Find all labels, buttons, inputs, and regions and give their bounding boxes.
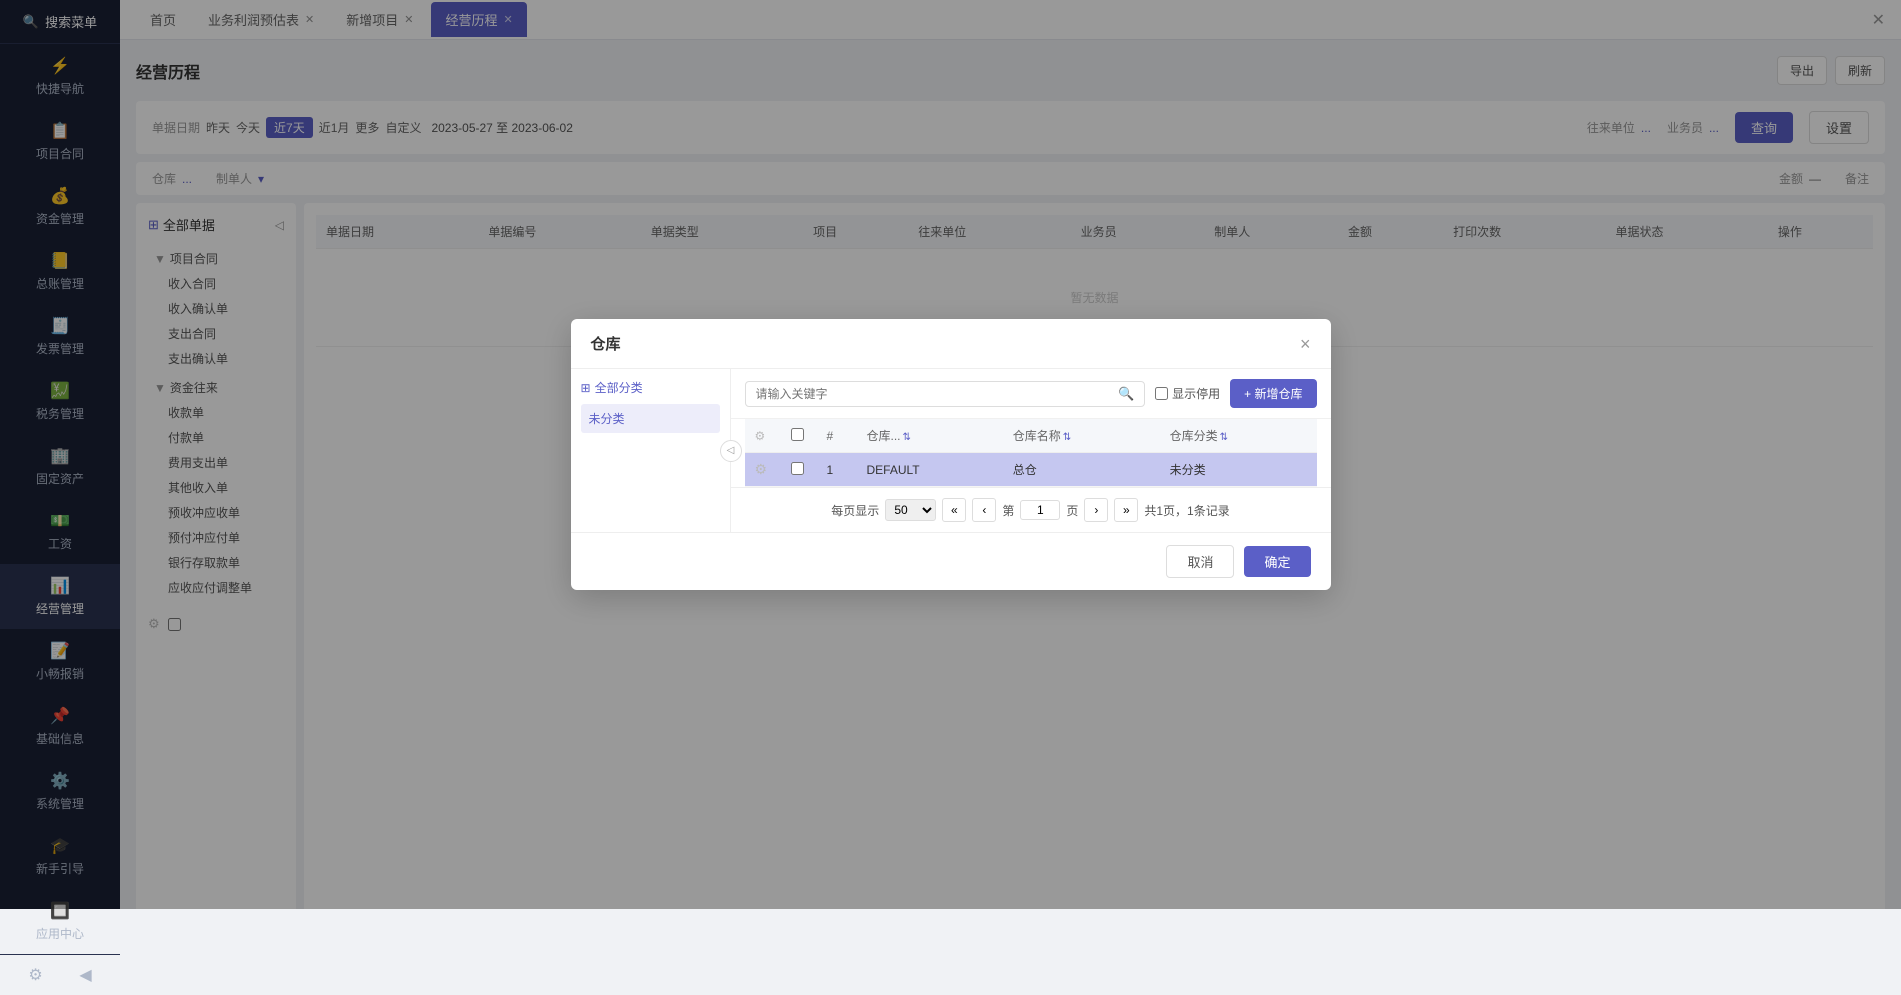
modal-sidebar: ⊞ 全部分类 未分类 ◁: [571, 369, 731, 532]
cancel-button[interactable]: 取消: [1166, 545, 1234, 578]
modal-main: 🔍 显示停用 + 新增仓库 ⚙: [731, 369, 1331, 532]
modal-next-page-btn[interactable]: ›: [1084, 498, 1108, 522]
modal-footer: 取消 确定: [571, 532, 1331, 590]
modal-title: 仓库: [591, 333, 621, 354]
modal-pagination: 每页显示 50 100 « ‹ 第 1 页 › » 共1页，1条记录: [731, 487, 1331, 532]
modal-sidebar-header: ⊞ 全部分类: [581, 379, 720, 396]
modal-all-category-label[interactable]: 全部分类: [595, 379, 643, 396]
modal-toolbar: 🔍 显示停用 + 新增仓库: [731, 369, 1331, 419]
settings-gear-icon[interactable]: ⚙: [28, 965, 42, 985]
col-warehouse-name: 仓库名称⇅: [1003, 419, 1160, 453]
sort-icon-code[interactable]: ⇅: [903, 432, 911, 443]
modal-category-unclassified[interactable]: 未分类: [581, 404, 720, 433]
row-num: 1: [817, 453, 857, 487]
warehouse-modal: 仓库 × ⊞ 全部分类 未分类 ◁: [571, 319, 1331, 590]
row-category: 未分类: [1160, 453, 1317, 487]
modal-close-button[interactable]: ×: [1300, 335, 1311, 353]
sort-icon-category[interactable]: ⇅: [1220, 432, 1228, 443]
modal-page-size-select[interactable]: 50 100: [885, 499, 936, 521]
col-warehouse-code: 仓库...⇅: [857, 419, 1003, 453]
modal-select-all[interactable]: [791, 428, 804, 441]
search-icon: 🔍: [1118, 386, 1134, 402]
modal-body: ⊞ 全部分类 未分类 ◁ 🔍 显示停用: [571, 369, 1331, 532]
row-checkbox[interactable]: [791, 462, 804, 475]
sidebar-bottom: ⚙ ◀: [0, 954, 120, 995]
modal-first-page-btn[interactable]: «: [942, 498, 966, 522]
row-checkbox-cell: [781, 453, 817, 487]
sort-icon-name[interactable]: ⇅: [1063, 432, 1071, 443]
confirm-button[interactable]: 确定: [1244, 546, 1310, 577]
modal-per-page-label: 每页显示: [831, 502, 879, 519]
table-row[interactable]: ⚙ 1 DEFAULT 总仓 未分类: [745, 453, 1317, 487]
modal-search-box: 🔍: [745, 381, 1146, 407]
row-code: DEFAULT: [857, 453, 1003, 487]
col-num: #: [817, 419, 857, 453]
modal-page-input[interactable]: 1: [1020, 500, 1060, 520]
table-settings-icon[interactable]: ⚙: [755, 429, 766, 443]
show-disabled-checkbox[interactable]: [1155, 387, 1168, 400]
col-checkbox: [781, 419, 817, 453]
modal-sidebar-collapse-btn[interactable]: ◁: [720, 440, 742, 462]
row-name: 总仓: [1003, 453, 1160, 487]
modal-header: 仓库 ×: [571, 319, 1331, 369]
modal-table-header: ⚙ # 仓库...⇅ 仓库名称⇅: [745, 419, 1317, 453]
col-warehouse-category: 仓库分类⇅: [1160, 419, 1317, 453]
modal-last-page-btn[interactable]: »: [1114, 498, 1138, 522]
modal-search-input[interactable]: [756, 387, 1112, 401]
row-gear-cell: ⚙: [745, 453, 781, 487]
modal-overlay: 仓库 × ⊞ 全部分类 未分类 ◁: [0, 0, 1901, 909]
modal-table-wrap: ⚙ # 仓库...⇅ 仓库名称⇅: [731, 419, 1331, 487]
modal-page-label: 页: [1066, 502, 1078, 519]
col-gear: ⚙: [745, 419, 781, 453]
modal-prev-page-btn[interactable]: ‹: [972, 498, 996, 522]
modal-grid-icon: ⊞: [581, 381, 591, 395]
modal-total-info: 共1页，1条记录: [1144, 502, 1229, 519]
modal-table: ⚙ # 仓库...⇅ 仓库名称⇅: [745, 419, 1317, 487]
sidebar-collapse-icon[interactable]: ◀: [79, 965, 91, 985]
show-disabled-text: 显示停用: [1172, 385, 1220, 402]
show-disabled-label[interactable]: 显示停用: [1155, 385, 1220, 402]
modal-page-word: 第: [1002, 502, 1014, 519]
add-warehouse-button[interactable]: + 新增仓库: [1230, 379, 1316, 408]
